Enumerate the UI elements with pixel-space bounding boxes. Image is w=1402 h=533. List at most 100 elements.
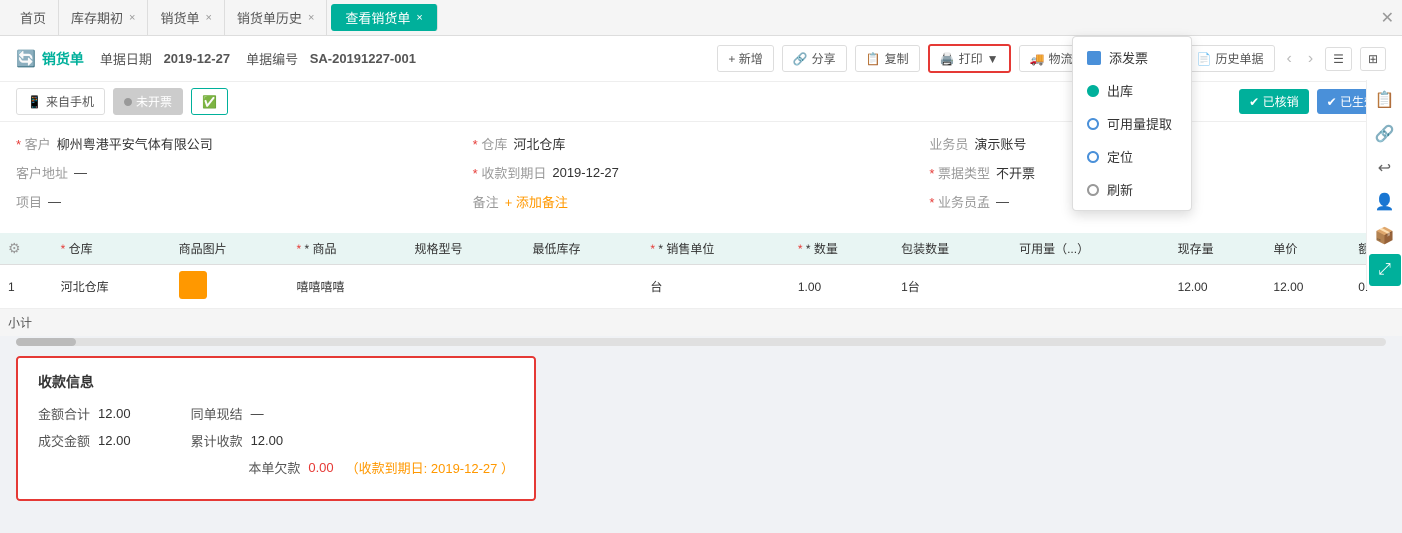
- nav-next-icon[interactable]: ›: [1308, 50, 1313, 68]
- operation-dropdown: 添发票 出库 可用量提取 定位 刷新: [1072, 36, 1192, 211]
- total-amount-item: 金额合计 12.00: [38, 404, 131, 423]
- cumulative-payment-item: 累计收款 12.00: [191, 431, 284, 450]
- row-unit: 台: [642, 265, 789, 309]
- status-sold-button[interactable]: ✔ 已核销: [1239, 89, 1308, 114]
- staff-value: 演示账号: [974, 134, 1026, 153]
- effect-icon: ✔: [1327, 95, 1337, 109]
- payment-date-field: 收款到期日 2019-12-27: [473, 163, 930, 182]
- customer-value: 柳州粤港平安气体有限公司: [57, 134, 213, 153]
- truck-icon: 🚚: [1030, 52, 1045, 66]
- product-image: [179, 271, 207, 299]
- row-product: 嘻嘻嘻嘻: [289, 265, 407, 309]
- payment-date-label: 收款到期日: [473, 163, 547, 182]
- warehouse-field: 仓库 河北仓库: [473, 134, 930, 153]
- note-label: 备注: [473, 192, 499, 211]
- order-debt-label: 本单欠款: [248, 458, 300, 477]
- list-view-button[interactable]: ⊞: [1360, 47, 1386, 71]
- phone-icon: 📱: [27, 95, 42, 109]
- spacer-item: [38, 458, 188, 477]
- op-refresh[interactable]: 刷新: [1073, 173, 1191, 206]
- tab-bar: 首页 库存期初 × 销货单 × 销货单历史 × 查看销货单 × ✕: [0, 0, 1402, 36]
- payment-row-1: 金额合计 12.00 同单现结 —: [38, 404, 514, 423]
- share-button[interactable]: 🔗 分享: [782, 45, 847, 72]
- outbound-icon: [1087, 85, 1099, 97]
- from-phone-button[interactable]: 📱 来自手机: [16, 88, 105, 115]
- op-add-invoice[interactable]: 添发票: [1073, 41, 1191, 74]
- not-open-ticket-button[interactable]: 未开票: [113, 88, 183, 115]
- col-gear[interactable]: ⚙: [0, 233, 53, 265]
- add-note-button[interactable]: + 添加备注: [505, 192, 568, 211]
- staff-label: 业务员: [929, 134, 968, 153]
- doc-no-value: SA-20191227-001: [310, 51, 416, 66]
- doc-meta: 单据日期 2019-12-27 单据编号 SA-20191227-001: [100, 49, 416, 68]
- refresh-icon: [1087, 184, 1099, 196]
- print-dropdown-arrow: ▼: [987, 52, 999, 66]
- doc-title-label: 销货单: [42, 49, 84, 69]
- warehouse-label: 仓库: [473, 134, 508, 153]
- table-header-row: ⚙ 仓库 商品图片 * 商品 规格型号 最低库存 * 销售单位 * 数量 包装数…: [0, 233, 1402, 265]
- nav-prev-icon[interactable]: ‹: [1287, 50, 1292, 68]
- debt-note: （收款到期日: 2019-12-27 ）: [346, 458, 514, 477]
- tab-sales-history[interactable]: 销货单历史 ×: [225, 0, 327, 35]
- tab-home[interactable]: 首页: [8, 0, 59, 35]
- tab-sales-order[interactable]: 销货单 ×: [148, 0, 224, 35]
- copy-button[interactable]: 📋 复制: [855, 45, 920, 72]
- check-icon: ✔: [1249, 95, 1259, 109]
- row-min-stock: [524, 265, 642, 309]
- op-available-qty[interactable]: 可用量提取: [1073, 107, 1191, 140]
- row-no: 1: [0, 265, 53, 309]
- sidebar-expand-icon[interactable]: ⤢: [1369, 254, 1401, 286]
- window-close-button[interactable]: ✕: [1381, 8, 1394, 28]
- address-value: —: [74, 165, 87, 180]
- table-scrollbar[interactable]: [16, 338, 1386, 346]
- copy-icon: 📋: [866, 52, 881, 66]
- col-qty: * 数量: [790, 233, 893, 265]
- project-label: 项目: [16, 192, 42, 211]
- scrollbar-thumb[interactable]: [16, 338, 76, 346]
- salesperson-label: 业务员孟: [929, 192, 990, 211]
- salesperson-value: —: [996, 194, 1009, 209]
- tab-inventory-init[interactable]: 库存期初 ×: [59, 0, 148, 35]
- col-spec: 规格型号: [406, 233, 524, 265]
- new-button[interactable]: + 新增: [717, 45, 773, 72]
- warehouse-value: 河北仓库: [513, 134, 565, 153]
- grid-view-button[interactable]: ☰: [1325, 47, 1352, 71]
- cumulative-payment-label: 累计收款: [191, 431, 243, 450]
- project-field: 项目 —: [16, 192, 473, 211]
- cumulative-payment-value: 12.00: [251, 433, 284, 448]
- order-debt-item: 本单欠款 0.00 （收款到期日: 2019-12-27 ）: [248, 458, 514, 477]
- col-product-img: 商品图片: [171, 233, 289, 265]
- tab-close-sales-history[interactable]: ×: [308, 12, 314, 24]
- tab-view-sales-order[interactable]: 查看销货单 ×: [331, 4, 437, 31]
- sidebar-package-icon[interactable]: 📦: [1369, 220, 1401, 252]
- table-row: 1 河北仓库 嘻嘻嘻嘻 台 1.00 1台 12.00 12.00 0.: [0, 265, 1402, 309]
- deal-amount-label: 成交金额: [38, 431, 90, 450]
- project-value: —: [48, 194, 61, 209]
- op-outbound[interactable]: 出库: [1073, 74, 1191, 107]
- row-pkg-qty: 1台: [893, 265, 1011, 309]
- subtotal-label: 小计: [0, 309, 1402, 337]
- sidebar-user-icon[interactable]: 👤: [1369, 186, 1401, 218]
- op-locate[interactable]: 定位: [1073, 140, 1191, 173]
- sidebar-doc-icon[interactable]: 📋: [1369, 84, 1401, 116]
- print-button[interactable]: 🖨️ 打印 ▼: [928, 44, 1011, 73]
- sidebar-link-icon[interactable]: 🔗: [1369, 118, 1401, 150]
- tab-close-inventory-init[interactable]: ×: [129, 12, 135, 24]
- doc-date-value: 2019-12-27: [164, 51, 231, 66]
- col-warehouse: 仓库: [53, 233, 171, 265]
- row-spec: [406, 265, 524, 309]
- confirm-check-button[interactable]: ✅: [191, 88, 228, 115]
- same-order-settle-label: 同单现结: [191, 404, 243, 423]
- history-order-button[interactable]: 📄 历史单据: [1186, 45, 1275, 72]
- available-qty-icon: [1087, 118, 1099, 130]
- address-field: 客户地址 —: [16, 163, 473, 182]
- sidebar-return-icon[interactable]: ↩: [1369, 152, 1401, 184]
- tab-close-view-sales-order[interactable]: ×: [416, 12, 422, 24]
- payment-box: 收款信息 金额合计 12.00 同单现结 — 成交金额 12.00 累计收款 1…: [16, 356, 536, 501]
- col-unit: * 销售单位: [642, 233, 789, 265]
- payment-row-3: 本单欠款 0.00 （收款到期日: 2019-12-27 ）: [38, 458, 514, 477]
- col-pkg-qty: 包装数量: [893, 233, 1011, 265]
- total-amount-value: 12.00: [98, 406, 131, 421]
- col-avail-qty: 可用量（...）: [1011, 233, 1170, 265]
- tab-close-sales-order[interactable]: ×: [205, 12, 211, 24]
